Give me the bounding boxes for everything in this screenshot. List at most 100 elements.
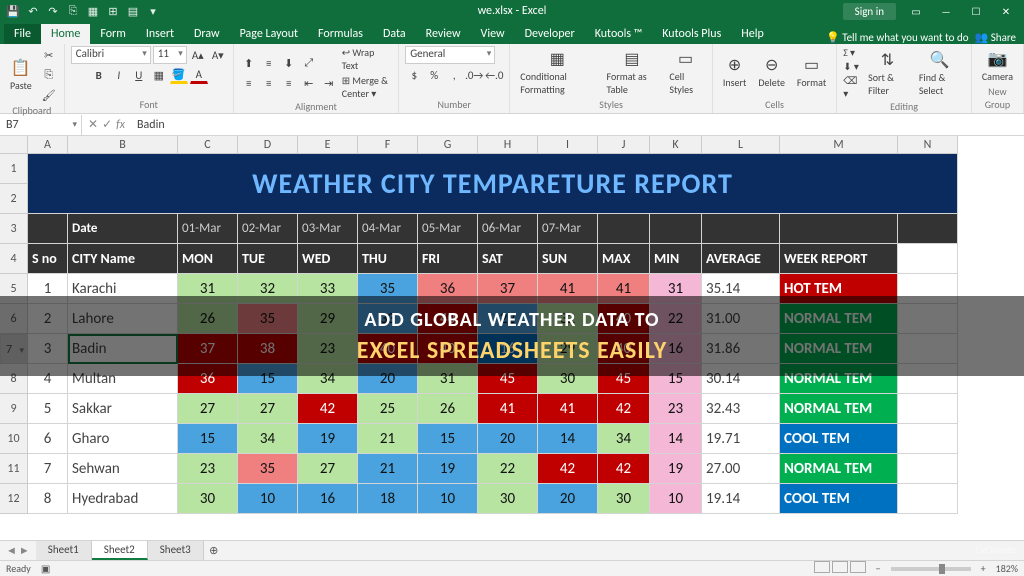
format-as-table-button[interactable]: ▤Format as Table (603, 47, 662, 98)
spreadsheet-grid[interactable]: ABCDEFGHIJKLMN 123456789101112 WEATHER C… (0, 136, 1024, 536)
cell[interactable]: 04-Mar (358, 214, 418, 244)
cell[interactable]: 03-Mar (298, 214, 358, 244)
italic-button[interactable]: I (110, 66, 128, 84)
col-header-I[interactable]: I (538, 136, 598, 154)
tab-file[interactable]: File (4, 24, 41, 44)
border-icon[interactable]: ▦ (150, 66, 168, 84)
align-center-icon[interactable]: ≡ (260, 74, 278, 92)
ribbon-options-icon[interactable]: ▭ (902, 2, 930, 20)
cell[interactable]: 23 (178, 454, 238, 484)
cell[interactable]: 15 (418, 424, 478, 454)
cell[interactable]: 26 (418, 394, 478, 424)
cell[interactable]: 5 (28, 394, 68, 424)
indent-dec-icon[interactable]: ⇤ (300, 74, 318, 92)
zoom-out-button[interactable]: − (876, 562, 881, 575)
cell[interactable]: 01-Mar (178, 214, 238, 244)
camera-button[interactable]: 📷Camera (978, 47, 1017, 85)
cell[interactable]: 10 (418, 484, 478, 514)
cell[interactable]: Sehwan (68, 454, 178, 484)
col-header-F[interactable]: F (358, 136, 418, 154)
cell[interactable]: 20 (478, 424, 538, 454)
cell[interactable]: 6 (28, 424, 68, 454)
tab-form[interactable]: Form (90, 24, 135, 44)
cell[interactable]: 42 (598, 394, 650, 424)
cell[interactable]: WED (298, 244, 358, 274)
save-icon[interactable]: 💾 (6, 4, 20, 18)
row-header[interactable]: 1 (0, 154, 28, 184)
qat-icon[interactable]: ▤ (126, 4, 140, 18)
cell[interactable]: 15 (178, 424, 238, 454)
cell[interactable]: 30 (178, 484, 238, 514)
fx-icon[interactable]: fx (116, 118, 125, 132)
close-icon[interactable]: ✕ (992, 2, 1020, 20)
cell[interactable] (702, 214, 780, 244)
cell[interactable]: 27 (238, 394, 298, 424)
col-header-M[interactable]: M (780, 136, 898, 154)
copy-icon[interactable]: ⎘ (40, 66, 58, 84)
cell[interactable]: WEEK REPORT (780, 244, 898, 274)
cell[interactable]: 42 (538, 454, 598, 484)
cell[interactable]: AVERAGE (702, 244, 780, 274)
cell[interactable]: 27.00 (702, 454, 780, 484)
autosum-button[interactable]: Σ ▾ (843, 46, 860, 59)
cell[interactable]: 27 (298, 454, 358, 484)
zoom-slider[interactable] (891, 567, 971, 571)
orientation-icon[interactable]: ⤢ (300, 54, 318, 72)
insert-cells-button[interactable]: ⊕Insert (719, 53, 751, 91)
sheet-tab-sheet3[interactable]: Sheet3 (148, 541, 204, 560)
cell[interactable]: SUN (538, 244, 598, 274)
cell[interactable]: 20 (538, 484, 598, 514)
cell[interactable] (898, 454, 958, 484)
cell[interactable]: S no (28, 244, 68, 274)
cell[interactable]: Hyedrabad (68, 484, 178, 514)
sheet-tab-sheet1[interactable]: Sheet1 (36, 541, 92, 560)
cell[interactable]: 19 (650, 454, 702, 484)
wrap-text-button[interactable]: ↩ Wrap Text (342, 46, 392, 72)
align-middle-icon[interactable]: ≡ (260, 54, 278, 72)
add-sheet-button[interactable]: ⊕ (204, 544, 224, 557)
undo-icon[interactable]: ↶ (26, 4, 40, 18)
sheet-next-icon[interactable]: ► (19, 544, 30, 557)
cell[interactable] (898, 424, 958, 454)
cell[interactable]: 10 (650, 484, 702, 514)
font-size-select[interactable]: 11 (153, 46, 187, 64)
zoom-level[interactable]: 182% (996, 562, 1018, 575)
qat-icon[interactable]: ⎘ (66, 4, 80, 18)
tab-draw[interactable]: Draw (184, 24, 230, 44)
cell[interactable]: 19.14 (702, 484, 780, 514)
sheet-prev-icon[interactable]: ◄ (6, 544, 17, 557)
signin-button[interactable]: Sign in (843, 3, 896, 20)
col-header-H[interactable]: H (478, 136, 538, 154)
tab-home[interactable]: Home (41, 24, 90, 44)
dec-decimal-icon[interactable]: ←.0 (485, 66, 503, 84)
cell[interactable]: COOL TEM (780, 484, 898, 514)
cell[interactable]: 30 (478, 484, 538, 514)
tell-me-input[interactable]: 💡 Tell me what you want to do (826, 31, 969, 44)
cell[interactable]: 18 (358, 484, 418, 514)
tab-data[interactable]: Data (373, 24, 416, 44)
find-select-button[interactable]: 🔍Find & Select (915, 48, 965, 99)
cell[interactable]: MAX (598, 244, 650, 274)
cell[interactable] (28, 214, 68, 244)
cell[interactable]: SAT (478, 244, 538, 274)
align-top-icon[interactable]: ⬆ (240, 54, 258, 72)
tab-kutools-plus[interactable]: Kutools Plus (652, 24, 731, 44)
zoom-in-button[interactable]: + (981, 562, 986, 575)
tab-developer[interactable]: Developer (515, 24, 585, 44)
cell[interactable]: Gharo (68, 424, 178, 454)
cell[interactable]: 22 (478, 454, 538, 484)
cell[interactable]: 07-Mar (538, 214, 598, 244)
cell[interactable]: 23 (650, 394, 702, 424)
col-header-L[interactable]: L (702, 136, 780, 154)
merge-center-button[interactable]: ⊞ Merge & Center ▾ (342, 74, 392, 100)
align-left-icon[interactable]: ≡ (240, 74, 258, 92)
percent-icon[interactable]: % (425, 66, 443, 84)
cell[interactable]: 34 (598, 424, 650, 454)
cell[interactable]: 21 (358, 454, 418, 484)
share-button[interactable]: 👥 Share (975, 31, 1016, 44)
number-format-select[interactable]: General (405, 46, 495, 64)
row-header[interactable]: 12 (0, 484, 28, 514)
cell[interactable]: 7 (28, 454, 68, 484)
cell[interactable]: 10 (238, 484, 298, 514)
sort-filter-button[interactable]: ⇅Sort & Filter (864, 48, 911, 99)
